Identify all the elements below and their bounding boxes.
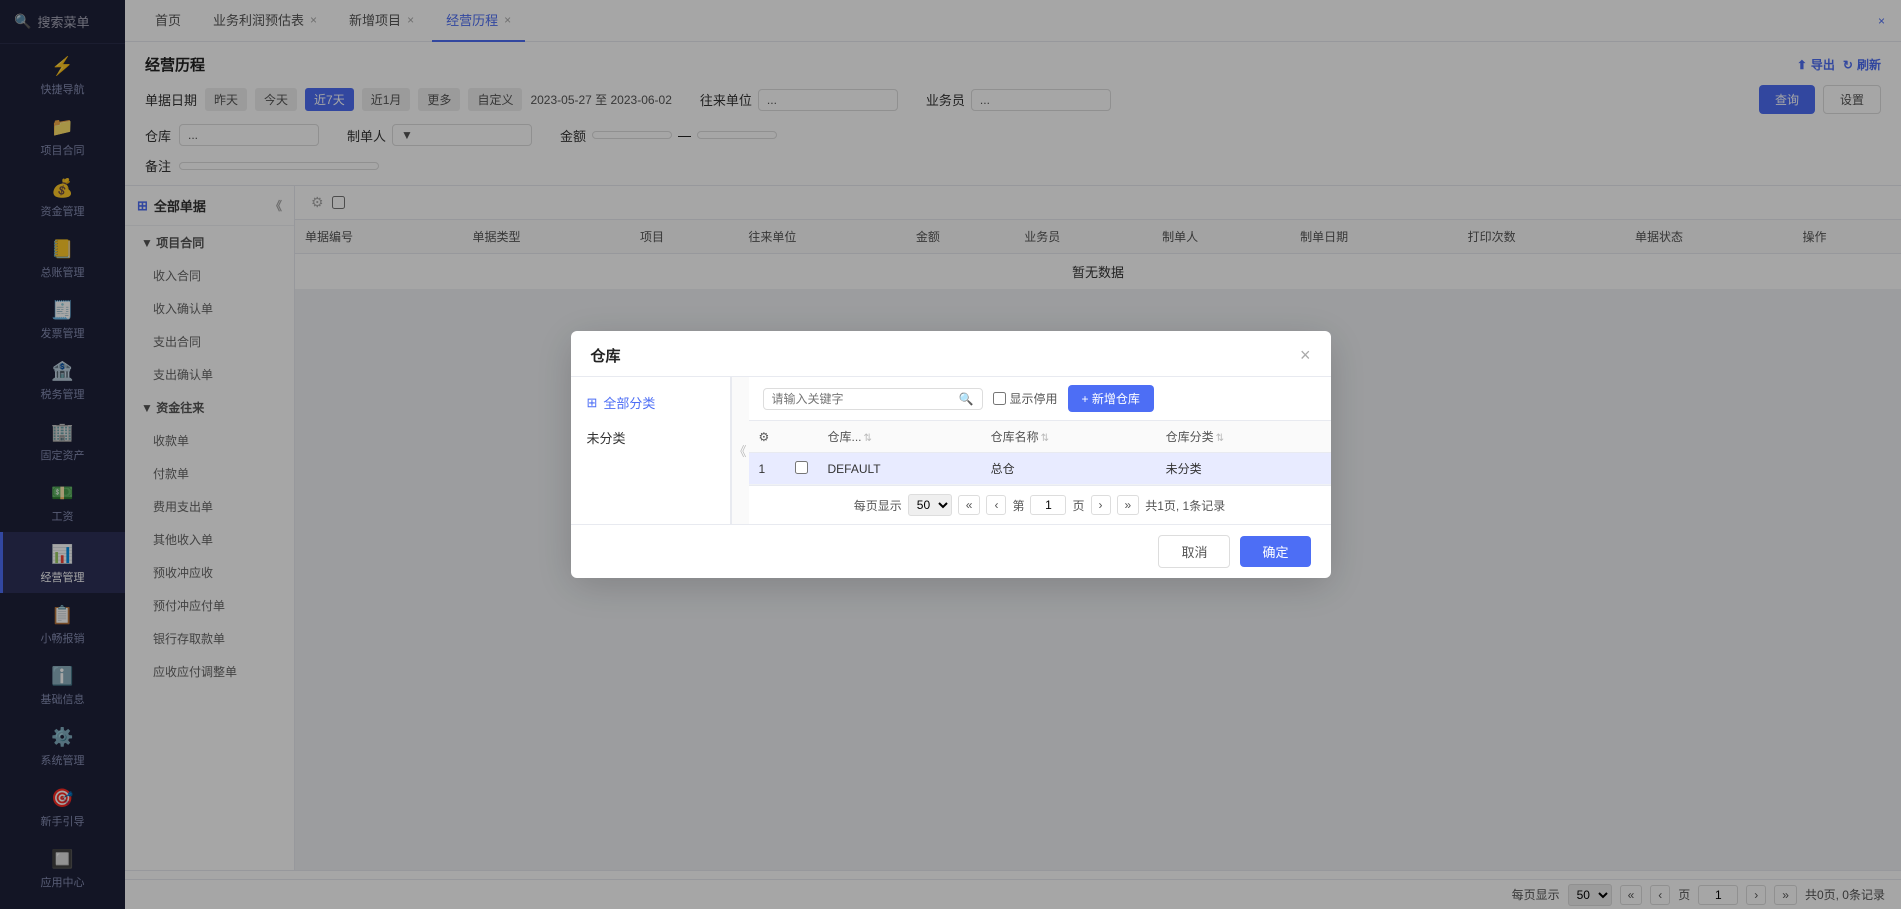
modal-per-page-label: 每页显示 bbox=[854, 497, 902, 514]
modal-first-page-btn[interactable]: « bbox=[958, 495, 981, 515]
modal-row-code: DEFAULT bbox=[818, 453, 981, 485]
modal-table: ⚙ 仓库...⇅ 仓库名称⇅ 仓库分类⇅ bbox=[749, 421, 1331, 485]
show-disabled-label: 显示停用 bbox=[1010, 390, 1058, 407]
sort-code-icon: ⇅ bbox=[864, 433, 872, 444]
modal-body: ⊞ 全部分类 未分类 《 🔍 bbox=[571, 377, 1331, 524]
modal-title: 仓库 bbox=[591, 345, 621, 366]
modal-row-checkbox-cell[interactable] bbox=[785, 453, 818, 485]
modal-collapse-icon: 《 bbox=[733, 441, 746, 460]
modal-page-suffix: 页 bbox=[1072, 497, 1084, 514]
modal-prev-page-btn[interactable]: ‹ bbox=[986, 495, 1006, 515]
modal-table-header-row: ⚙ 仓库...⇅ 仓库名称⇅ 仓库分类⇅ bbox=[749, 421, 1331, 453]
modal-row-name: 总仓 bbox=[981, 453, 1156, 485]
modal-col-name[interactable]: 仓库名称⇅ bbox=[981, 421, 1156, 453]
modal-next-page-btn[interactable]: › bbox=[1091, 495, 1111, 515]
show-disabled-checkbox-label[interactable]: 显示停用 bbox=[993, 390, 1058, 407]
modal-toolbar: 🔍 显示停用 + 新增仓库 bbox=[749, 377, 1331, 421]
modal-search-icon: 🔍 bbox=[959, 392, 974, 406]
modal-confirm-button[interactable]: 确定 bbox=[1240, 536, 1310, 567]
modal-table-row[interactable]: 1 DEFAULT 总仓 未分类 bbox=[749, 453, 1331, 485]
modal-all-label: 全部分类 bbox=[603, 393, 655, 412]
modal-unclassified[interactable]: 未分类 bbox=[571, 420, 730, 455]
modal-pagination: 每页显示 50 « ‹ 第 页 › » 共1页, 1条记录 bbox=[749, 485, 1331, 524]
modal-row-index: 1 bbox=[749, 453, 785, 485]
modal-col-settings[interactable]: ⚙ bbox=[749, 421, 785, 453]
warehouse-modal: 仓库 × ⊞ 全部分类 未分类 《 bbox=[571, 331, 1331, 578]
sort-category-icon: ⇅ bbox=[1216, 433, 1224, 444]
modal-col-code[interactable]: 仓库...⇅ bbox=[818, 421, 981, 453]
modal-last-page-btn[interactable]: » bbox=[1117, 495, 1140, 515]
modal-collapse-divider[interactable]: 《 bbox=[731, 377, 749, 524]
modal-all-category[interactable]: ⊞ 全部分类 bbox=[571, 385, 730, 420]
modal-col-category[interactable]: 仓库分类⇅ bbox=[1156, 421, 1331, 453]
modal-per-page-select[interactable]: 50 bbox=[908, 494, 952, 516]
modal-page-label: 第 bbox=[1012, 497, 1024, 514]
modal-left-panel: ⊞ 全部分类 未分类 bbox=[571, 377, 731, 524]
modal-header: 仓库 × bbox=[571, 331, 1331, 377]
modal-table-wrap: ⚙ 仓库...⇅ 仓库名称⇅ 仓库分类⇅ bbox=[749, 421, 1331, 485]
modal-footer: 取消 确定 bbox=[571, 524, 1331, 578]
modal-right-panel: 🔍 显示停用 + 新增仓库 ⚙ bbox=[749, 377, 1331, 524]
modal-unclassified-label: 未分类 bbox=[587, 428, 626, 447]
modal-search-box[interactable]: 🔍 bbox=[763, 388, 983, 410]
modal-row-category: 未分类 bbox=[1156, 453, 1331, 485]
modal-close-btn[interactable]: × bbox=[1300, 345, 1311, 366]
modal-total-info: 共1页, 1条记录 bbox=[1145, 497, 1225, 514]
modal-cancel-button[interactable]: 取消 bbox=[1158, 535, 1230, 568]
modal-row-checkbox[interactable] bbox=[795, 461, 808, 474]
sort-name-icon: ⇅ bbox=[1041, 433, 1049, 444]
modal-all-icon: ⊞ bbox=[587, 395, 598, 411]
modal-col-checkbox bbox=[785, 421, 818, 453]
modal-overlay[interactable]: 仓库 × ⊞ 全部分类 未分类 《 bbox=[0, 0, 1901, 909]
modal-page-input[interactable] bbox=[1030, 495, 1066, 515]
show-disabled-checkbox[interactable] bbox=[993, 392, 1006, 405]
modal-search-input[interactable] bbox=[772, 392, 959, 406]
add-warehouse-button[interactable]: + 新增仓库 bbox=[1068, 385, 1154, 412]
